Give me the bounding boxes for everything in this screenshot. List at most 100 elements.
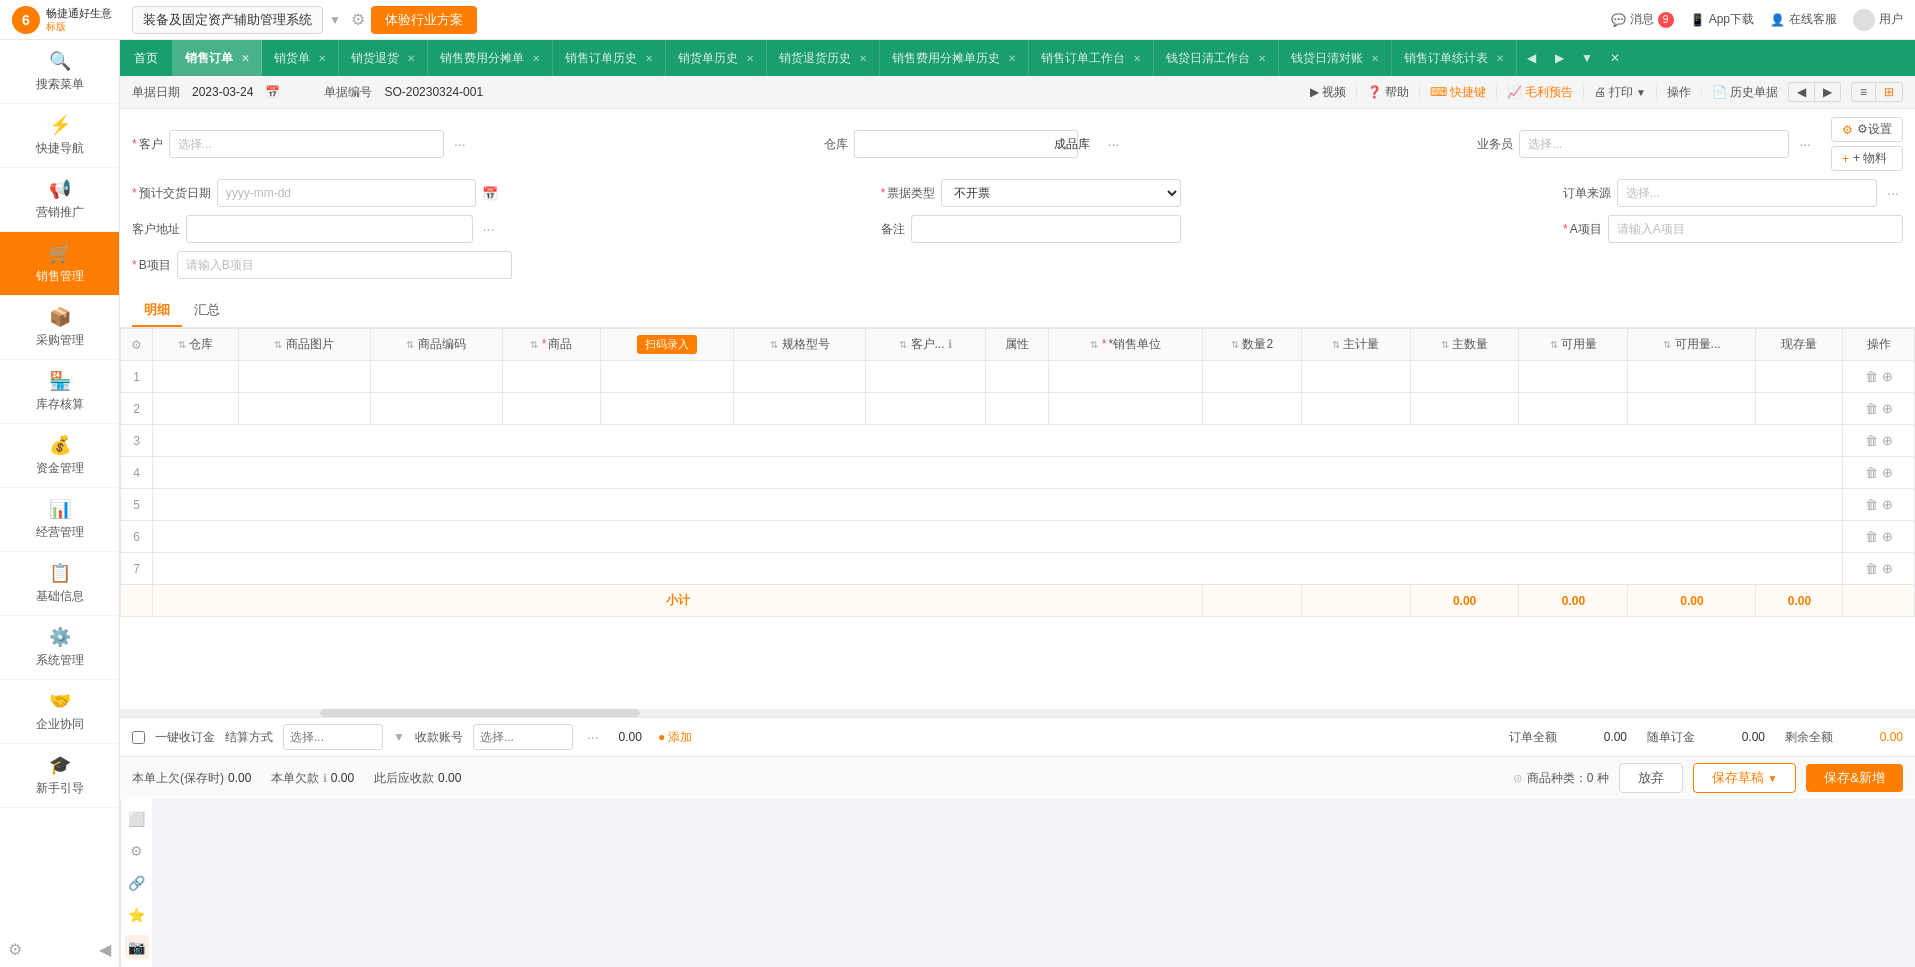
solution-button[interactable]: 体验行业方案	[371, 6, 477, 34]
tab-sales-order[interactable]: 销售订单 ✕	[173, 40, 262, 76]
row-qty2-1[interactable]	[1203, 361, 1302, 393]
sidebar-item-operations[interactable]: 📊 经营管理	[0, 488, 119, 552]
row-qty2-2[interactable]	[1203, 393, 1302, 425]
user-item[interactable]: 用户	[1853, 9, 1903, 31]
copy-btn-7[interactable]: ⊕	[1882, 561, 1893, 576]
order-source-input[interactable]	[1617, 179, 1877, 207]
next-record-btn[interactable]: ▶	[1815, 83, 1840, 101]
settings-float-btn[interactable]: ⚙ ⚙设置	[1831, 117, 1903, 142]
sidebar-item-basic[interactable]: 📋 基础信息	[0, 552, 119, 616]
right-panel-btn-5[interactable]: 📷	[125, 935, 149, 959]
app-download-item[interactable]: 📱 App下载	[1690, 11, 1754, 28]
tab-close-sales-order[interactable]: ✕	[241, 53, 249, 64]
tab-order-history[interactable]: 销售订单历史 ✕	[553, 40, 666, 76]
right-panel-btn-1[interactable]: ⬜	[125, 807, 149, 831]
list-view-btn[interactable]: ≡	[1852, 83, 1876, 101]
print-action[interactable]: 🖨 打印 ▼	[1594, 84, 1646, 101]
row-available2-1[interactable]	[1628, 361, 1756, 393]
tab-summary[interactable]: 汇总	[182, 295, 232, 327]
draft-button[interactable]: 保存草稿 ▼	[1693, 763, 1797, 793]
sidebar-item-finance[interactable]: 💰 资金管理	[0, 424, 119, 488]
message-item[interactable]: 💬 消息 9	[1611, 11, 1674, 28]
row-unit-2[interactable]	[1049, 393, 1203, 425]
operate-action[interactable]: 操作	[1667, 84, 1691, 101]
project-b-input[interactable]	[177, 251, 512, 279]
tab-sales-history[interactable]: 销货单历史 ✕	[666, 40, 767, 76]
copy-btn-5[interactable]: ⊕	[1882, 497, 1893, 512]
tab-prev-arrow[interactable]: ◀	[1517, 40, 1545, 76]
online-support-item[interactable]: 👤 在线客服	[1770, 11, 1837, 28]
sidebar-item-guide[interactable]: 🎓 新手引导	[0, 744, 119, 808]
th-scan[interactable]: 扫码录入	[601, 329, 734, 361]
row-scan-2[interactable]	[601, 393, 734, 425]
preview-action[interactable]: ▶ 视频	[1310, 84, 1346, 101]
delete-btn-1[interactable]: 🗑	[1865, 369, 1878, 384]
tab-close-sales-history[interactable]: ✕	[746, 53, 754, 64]
tab-close-daily-clear[interactable]: ✕	[1258, 53, 1266, 64]
method-dropdown-icon[interactable]: ▼	[393, 730, 405, 744]
tab-detail[interactable]: 明细	[132, 295, 182, 327]
bank-account-input[interactable]	[473, 724, 573, 750]
row-code-2[interactable]	[370, 393, 502, 425]
sidebar-item-marketing[interactable]: 📢 营销推广	[0, 168, 119, 232]
tab-close-return-goods[interactable]: ✕	[407, 53, 415, 64]
row-unit-1[interactable]	[1049, 361, 1203, 393]
delete-btn-2[interactable]: 🗑	[1865, 401, 1878, 416]
sidebar-item-quick[interactable]: ⚡ 快捷导航	[0, 104, 119, 168]
copy-btn-6[interactable]: ⊕	[1882, 529, 1893, 544]
row-image-1[interactable]	[238, 361, 370, 393]
copy-btn-4[interactable]: ⊕	[1882, 465, 1893, 480]
tab-daily-clear[interactable]: 钱贷日清工作台 ✕	[1154, 40, 1279, 76]
row-attr-2[interactable]	[985, 393, 1049, 425]
row-available2-2[interactable]	[1628, 393, 1756, 425]
delete-btn-7[interactable]: 🗑	[1865, 561, 1878, 576]
row-stock-1[interactable]	[1756, 361, 1843, 393]
invoice-select[interactable]: 不开票	[941, 179, 1180, 207]
row-available-2[interactable]	[1519, 393, 1628, 425]
th-settings[interactable]: ⚙	[121, 329, 153, 361]
row-customer-code-2[interactable]	[866, 393, 985, 425]
system-dropdown-icon[interactable]: ▼	[329, 13, 341, 27]
sidebar-item-enterprise[interactable]: 🤝 企业协同	[0, 680, 119, 744]
tab-close-order-history[interactable]: ✕	[645, 53, 653, 64]
project-a-input[interactable]	[1608, 215, 1903, 243]
row-main-qty-1[interactable]	[1410, 361, 1519, 393]
row-scan-1[interactable]	[601, 361, 734, 393]
system-title[interactable]: 装备及固定资产辅助管理系统	[132, 6, 323, 34]
delivery-calendar-icon[interactable]: 📅	[482, 186, 498, 201]
customer-more-icon[interactable]: ···	[450, 136, 470, 152]
tab-return-goods[interactable]: 销货退货 ✕	[339, 40, 428, 76]
right-panel-btn-3[interactable]: 🔗	[125, 871, 149, 895]
row-attr-1[interactable]	[985, 361, 1049, 393]
calendar-icon[interactable]: 📅	[265, 85, 280, 99]
sidebar-settings-icon[interactable]: ⚙	[8, 940, 22, 959]
tab-return-history[interactable]: 销货退货历史 ✕	[767, 40, 880, 76]
sidebar-item-search[interactable]: 🔍 搜索菜单	[0, 40, 119, 104]
tab-close-order-workbench[interactable]: ✕	[1133, 53, 1141, 64]
sidebar-item-sales[interactable]: 🛒 销售管理	[0, 232, 119, 296]
right-panel-btn-4[interactable]: ⭐	[125, 903, 149, 927]
delivery-input[interactable]	[217, 179, 477, 207]
tab-close-all[interactable]: ✕	[1601, 40, 1629, 76]
row-code-1[interactable]	[370, 361, 502, 393]
discard-button[interactable]: 放弃	[1619, 763, 1683, 793]
draft-dropdown-icon[interactable]: ▼	[1767, 773, 1777, 784]
prev-record-btn[interactable]: ◀	[1789, 83, 1815, 101]
row-main-unit-2[interactable]	[1301, 393, 1410, 425]
delete-btn-5[interactable]: 🗑	[1865, 497, 1878, 512]
sidebar-item-system[interactable]: ⚙️ 系统管理	[0, 616, 119, 680]
copy-btn-3[interactable]: ⊕	[1882, 433, 1893, 448]
tab-home[interactable]: 首页	[120, 40, 173, 76]
copy-btn-1[interactable]: ⊕	[1882, 369, 1893, 384]
row-spec-1[interactable]	[734, 361, 866, 393]
copy-btn-2[interactable]: ⊕	[1882, 401, 1893, 416]
row-main-qty-2[interactable]	[1410, 393, 1519, 425]
profit-action[interactable]: 📈 毛利预告	[1507, 84, 1573, 101]
tab-sales-return[interactable]: 销货单 ✕	[262, 40, 339, 76]
sidebar-item-purchase[interactable]: 📦 采购管理	[0, 296, 119, 360]
tab-close-expense-history[interactable]: ✕	[1008, 53, 1016, 64]
row-stock-2[interactable]	[1756, 393, 1843, 425]
shortcut-action[interactable]: ⌨ 快捷键	[1430, 84, 1486, 101]
tab-next-arrow[interactable]: ▶	[1545, 40, 1573, 76]
save-button[interactable]: 保存&新增	[1806, 764, 1903, 792]
